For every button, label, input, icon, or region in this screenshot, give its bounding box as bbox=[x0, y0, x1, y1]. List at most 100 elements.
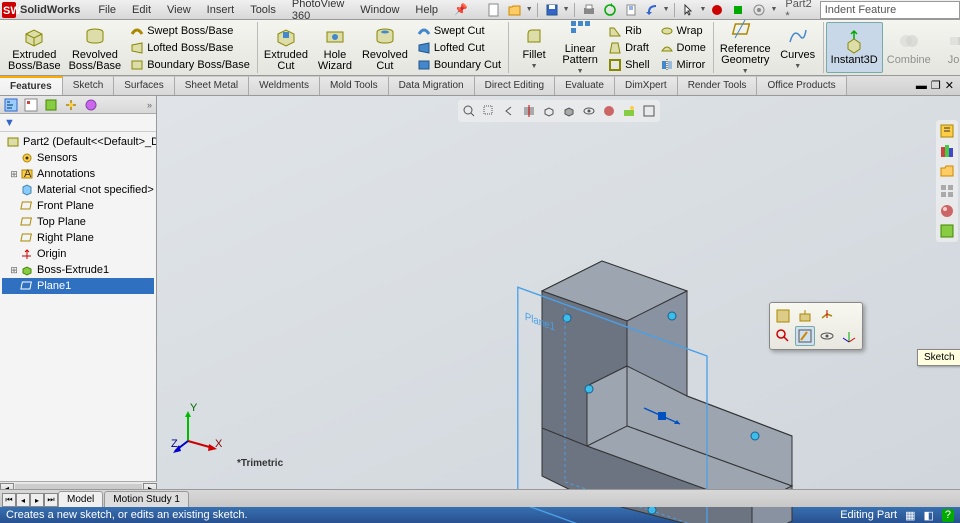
dome-button[interactable]: Dome bbox=[657, 40, 709, 56]
ctx-3dsketch-icon[interactable] bbox=[839, 326, 859, 346]
tab-weldments[interactable]: Weldments bbox=[249, 76, 320, 95]
tp-view-palette-icon[interactable] bbox=[938, 182, 956, 200]
restore-child-icon[interactable]: ❐ bbox=[931, 79, 941, 92]
minimize-child-icon[interactable]: ▬ bbox=[916, 80, 927, 92]
filter-icon[interactable]: ▼ bbox=[4, 117, 15, 129]
tree-top-plane[interactable]: Top Plane bbox=[2, 214, 154, 230]
wrap-button[interactable]: Wrap bbox=[657, 23, 709, 39]
menu-window[interactable]: Window bbox=[352, 2, 407, 18]
print-icon[interactable] bbox=[579, 1, 599, 19]
tree-sensors[interactable]: Sensors bbox=[2, 150, 154, 166]
tree-origin[interactable]: Origin bbox=[2, 246, 154, 262]
tab-nav-first-icon[interactable]: ⏮ bbox=[2, 493, 16, 507]
hole-wizard-button[interactable]: Hole Wizard bbox=[312, 22, 358, 73]
dropdown-arrow-icon[interactable]: ▼ bbox=[770, 6, 777, 13]
extruded-cut-button[interactable]: Extruded Cut bbox=[260, 22, 312, 73]
extruded-boss-button[interactable]: Extruded Boss/Base bbox=[4, 22, 65, 73]
display-tab-icon[interactable] bbox=[84, 98, 98, 112]
menu-photoview[interactable]: PhotoView 360 bbox=[284, 0, 352, 24]
viewport-3d[interactable]: Plane1 bbox=[157, 96, 960, 489]
tab-evaluate[interactable]: Evaluate bbox=[555, 76, 615, 95]
tab-mold-tools[interactable]: Mold Tools bbox=[320, 76, 389, 95]
fillet-button[interactable]: Fillet▼ bbox=[511, 22, 557, 73]
ctx-zoom-icon[interactable] bbox=[773, 326, 793, 346]
tree-root[interactable]: Part2 (Default<<Default>_Displa bbox=[2, 134, 154, 150]
menu-view[interactable]: View bbox=[159, 2, 199, 18]
menu-help[interactable]: Help bbox=[407, 2, 446, 18]
swept-cut-button[interactable]: Swept Cut bbox=[414, 23, 504, 39]
draft-button[interactable]: Draft bbox=[605, 40, 652, 56]
undo-icon[interactable] bbox=[642, 1, 662, 19]
status-unit-icon[interactable]: ▦ bbox=[905, 509, 915, 522]
tree-boss-extrude[interactable]: ⊞Boss-Extrude1 bbox=[2, 262, 154, 278]
boundary-cut-button[interactable]: Boundary Cut bbox=[414, 57, 504, 73]
triad-icon[interactable]: Y X Z bbox=[173, 403, 223, 453]
ctx-normal-icon[interactable] bbox=[817, 306, 837, 326]
status-custom-icon[interactable]: ◧ bbox=[923, 509, 933, 522]
tp-custom-icon[interactable] bbox=[938, 222, 956, 240]
tree-annotations[interactable]: ⊞AAnnotations bbox=[2, 166, 154, 182]
open-icon[interactable] bbox=[505, 1, 525, 19]
dropdown-arrow-icon[interactable]: ▼ bbox=[663, 6, 670, 13]
tab-nav-last-icon[interactable]: ⏭ bbox=[44, 493, 58, 507]
tab-nav-next-icon[interactable]: ▸ bbox=[30, 493, 44, 507]
tree-right-plane[interactable]: Right Plane bbox=[2, 230, 154, 246]
new-icon[interactable] bbox=[484, 1, 504, 19]
tree-plane1[interactable]: Plane1 bbox=[2, 278, 154, 294]
menu-insert[interactable]: Insert bbox=[199, 2, 243, 18]
dropdown-arrow-icon[interactable]: ▼ bbox=[526, 6, 533, 13]
settings-icon[interactable] bbox=[749, 1, 769, 19]
tab-sheet-metal[interactable]: Sheet Metal bbox=[175, 76, 249, 95]
ctx-style-icon[interactable] bbox=[773, 306, 793, 326]
dropdown-arrow-icon[interactable]: ▼ bbox=[700, 6, 707, 13]
search-input[interactable]: Indent Feature bbox=[820, 1, 960, 19]
ctx-hide-icon[interactable] bbox=[817, 326, 837, 346]
ctx-parent-icon[interactable] bbox=[795, 306, 815, 326]
select-icon[interactable] bbox=[679, 1, 699, 19]
bottom-tab-motion[interactable]: Motion Study 1 bbox=[104, 491, 189, 507]
tab-direct-editing[interactable]: Direct Editing bbox=[475, 76, 555, 95]
tab-data-migration[interactable]: Data Migration bbox=[389, 76, 475, 95]
tp-appearances-icon[interactable] bbox=[938, 202, 956, 220]
feature-tree-tab-icon[interactable] bbox=[4, 98, 18, 112]
reference-geometry-button[interactable]: Reference Geometry▼ bbox=[716, 22, 775, 73]
revolved-boss-button[interactable]: Revolved Boss/Base bbox=[65, 22, 126, 73]
rebuild-icon[interactable] bbox=[600, 1, 620, 19]
shell-button[interactable]: Shell bbox=[605, 57, 652, 73]
curves-button[interactable]: Curves▼ bbox=[775, 22, 821, 73]
tp-library-icon[interactable] bbox=[938, 142, 956, 160]
config-tab-icon[interactable] bbox=[44, 98, 58, 112]
tab-features[interactable]: Features bbox=[0, 76, 63, 95]
dimxpert-tab-icon[interactable] bbox=[64, 98, 78, 112]
tp-explorer-icon[interactable] bbox=[938, 162, 956, 180]
tab-sketch[interactable]: Sketch bbox=[63, 76, 115, 95]
tab-nav-prev-icon[interactable]: ◂ bbox=[16, 493, 30, 507]
close-child-icon[interactable]: ✕ bbox=[945, 79, 954, 92]
options-icon[interactable] bbox=[621, 1, 641, 19]
menu-pin-icon[interactable]: 📌 bbox=[446, 1, 476, 18]
model-canvas[interactable]: Plane1 bbox=[157, 96, 960, 489]
lofted-cut-button[interactable]: Lofted Cut bbox=[414, 40, 504, 56]
boundary-boss-button[interactable]: Boundary Boss/Base bbox=[127, 57, 253, 73]
bottom-tab-model[interactable]: Model bbox=[58, 491, 103, 507]
tab-render-tools[interactable]: Render Tools bbox=[678, 76, 758, 95]
rebuild2-icon[interactable] bbox=[728, 1, 748, 19]
revolved-cut-button[interactable]: Revolved Cut bbox=[358, 22, 412, 73]
menu-file[interactable]: File bbox=[90, 2, 124, 18]
swept-boss-button[interactable]: Swept Boss/Base bbox=[127, 23, 253, 39]
tree-material[interactable]: Material <not specified> bbox=[2, 182, 154, 198]
expand-icon[interactable]: ⊞ bbox=[8, 169, 20, 180]
tree-front-plane[interactable]: Front Plane bbox=[2, 198, 154, 214]
property-tab-icon[interactable] bbox=[24, 98, 38, 112]
ctx-sketch-icon[interactable] bbox=[795, 326, 815, 346]
mirror-button[interactable]: Mirror bbox=[657, 57, 709, 73]
linear-pattern-button[interactable]: Linear Pattern▼ bbox=[557, 22, 603, 73]
expand-icon[interactable]: ⊞ bbox=[8, 265, 20, 276]
menu-edit[interactable]: Edit bbox=[124, 2, 159, 18]
appearance-icon[interactable] bbox=[707, 1, 727, 19]
dropdown-arrow-icon[interactable]: ▼ bbox=[563, 6, 570, 13]
tab-surfaces[interactable]: Surfaces bbox=[114, 76, 174, 95]
tab-office-products[interactable]: Office Products bbox=[757, 76, 846, 95]
save-icon[interactable] bbox=[542, 1, 562, 19]
panel-expand-icon[interactable]: » bbox=[147, 100, 152, 110]
